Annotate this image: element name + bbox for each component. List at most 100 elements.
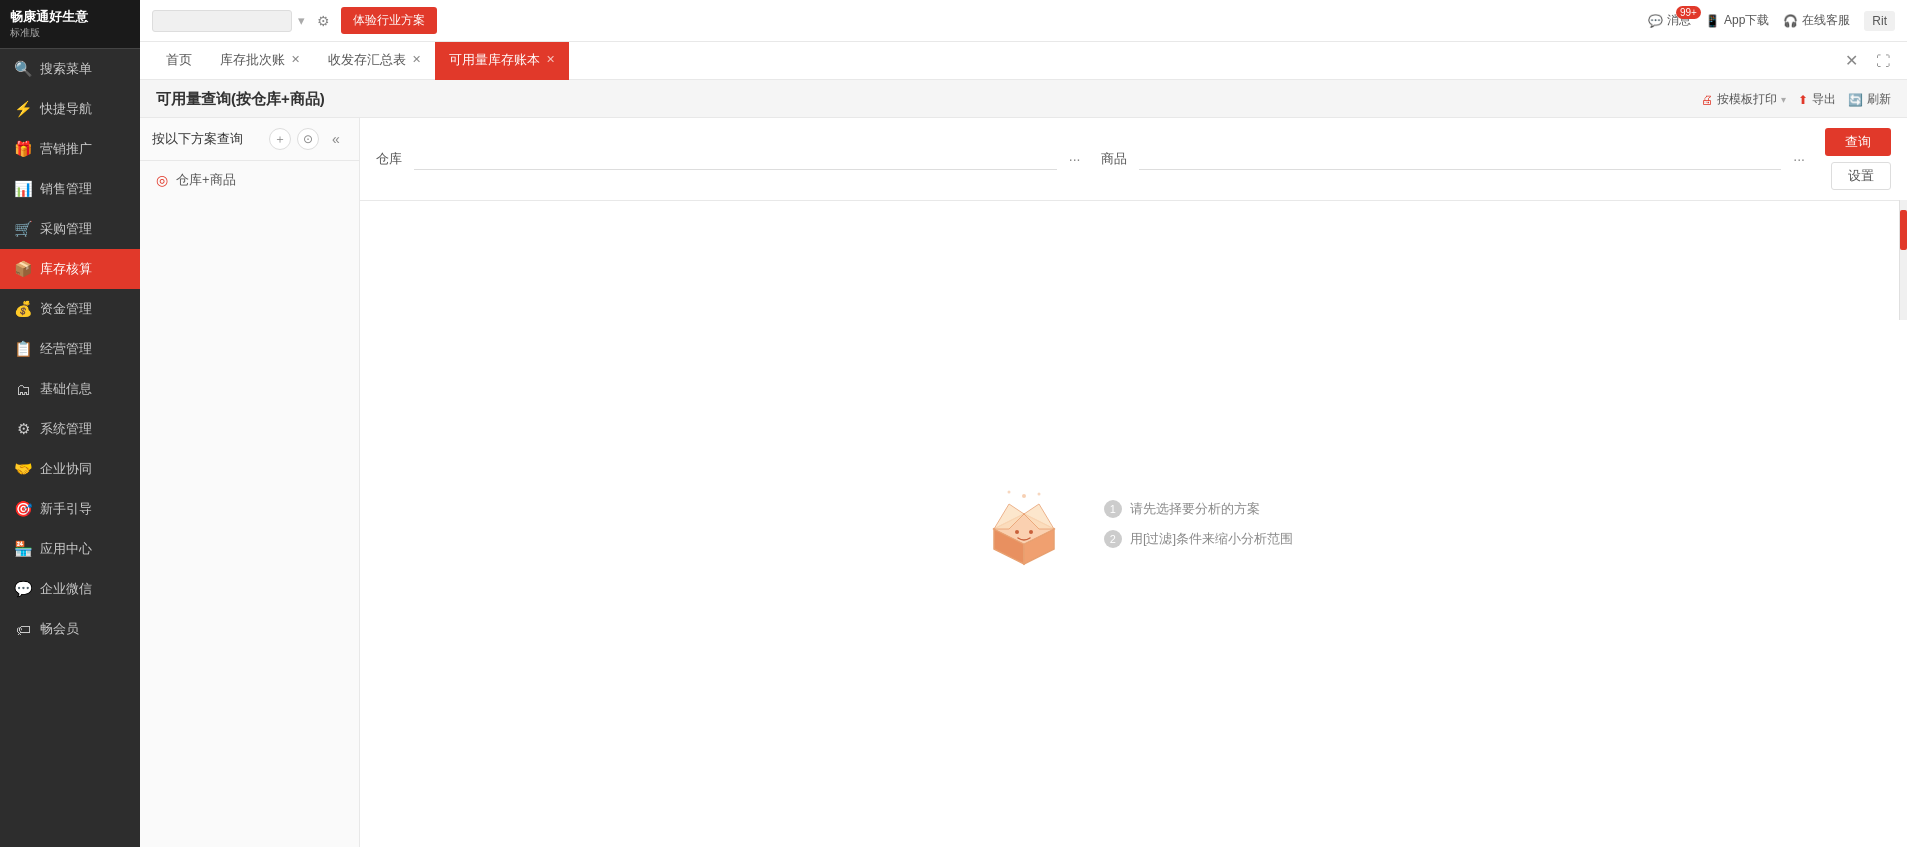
sidebar-label-wechat: 企业微信 — [40, 580, 92, 598]
sidebar-logo: 畅康通好生意 标准版 — [0, 0, 140, 49]
collapse-panel-button[interactable]: « — [325, 128, 347, 150]
warehouse-input[interactable] — [414, 148, 1057, 170]
sidebar-item-search[interactable]: 🔍 搜索菜单 — [0, 49, 140, 89]
sidebar-item-appstore[interactable]: 🏪 应用中心 — [0, 529, 140, 569]
query-bar: 仓库 ··· 商品 ··· 查询 设置 — [360, 118, 1907, 201]
tab-available-ledger[interactable]: 可用量库存账本 ✕ — [435, 42, 569, 80]
left-panel-actions: ＋ ⊙ « — [269, 128, 347, 150]
message-badge: 99+ — [1676, 6, 1701, 19]
refresh-icon: 🔄 — [1848, 93, 1863, 107]
warehouse-label: 仓库 — [376, 150, 406, 168]
phone-icon: 📱 — [1705, 14, 1720, 28]
tab-close-available-ledger[interactable]: ✕ — [546, 53, 555, 66]
sidebar-item-wechat[interactable]: 💬 企业微信 — [0, 569, 140, 609]
step-1-circle: 1 — [1104, 500, 1122, 518]
svg-point-8 — [1037, 493, 1040, 496]
sidebar-item-sales[interactable]: 📊 销售管理 — [0, 169, 140, 209]
online-service-button[interactable]: 🎧 在线客服 — [1783, 12, 1850, 29]
sidebar-icon-finance: 💰 — [14, 300, 32, 318]
sidebar-label-inventory: 库存核算 — [40, 260, 92, 278]
sidebar-nav: 🔍 搜索菜单 ⚡ 快捷导航 🎁 营销推广 📊 销售管理 🛒 采购管理 📦 库存核… — [0, 49, 140, 847]
sidebar-icon-enterprise: 🤝 — [14, 460, 32, 478]
industry-solution-button[interactable]: 体验行业方案 — [341, 7, 437, 34]
tab-label-batch-ledger: 库存批次账 — [220, 51, 285, 69]
tab-label-home: 首页 — [166, 51, 192, 69]
scheme-item-label: 仓库+商品 — [176, 171, 236, 189]
svg-point-9 — [1015, 530, 1019, 534]
tab-close-receipt-summary[interactable]: ✕ — [412, 53, 421, 66]
user-button[interactable]: Rit — [1864, 11, 1895, 31]
sidebar-item-enterprise[interactable]: 🤝 企业协同 — [0, 449, 140, 489]
goods-field: 商品 ··· — [1101, 148, 1810, 170]
page-header-actions: 🖨 按模板打印 ▾ ⬆ 导出 🔄 刷新 — [1701, 91, 1891, 108]
tab-bar-right: ✕ ⛶ — [1839, 49, 1895, 73]
top-bar: ▾ ⚙ 体验行业方案 💬 消息 99+ 📱 App下载 🎧 在线客服 Rit — [140, 0, 1907, 42]
sidebar-icon-marketing: 🎁 — [14, 140, 32, 158]
step-2-circle: 2 — [1104, 530, 1122, 548]
sidebar-label-appstore: 应用中心 — [40, 540, 92, 558]
top-bar-right: 💬 消息 99+ 📱 App下载 🎧 在线客服 Rit — [1648, 11, 1895, 31]
print-dropdown-icon[interactable]: ▾ — [1781, 94, 1786, 105]
scroll-thumb — [1900, 210, 1907, 250]
sidebar-item-guide[interactable]: 🎯 新手引导 — [0, 489, 140, 529]
query-button[interactable]: 查询 — [1825, 128, 1891, 156]
print-button[interactable]: 🖨 按模板打印 ▾ — [1701, 91, 1786, 108]
breadcrumb-input[interactable] — [152, 10, 292, 32]
message-icon: 💬 — [1648, 14, 1663, 28]
sidebar-item-marketing[interactable]: 🎁 营销推广 — [0, 129, 140, 169]
print-icon: 🖨 — [1701, 93, 1713, 107]
app-download-button[interactable]: 📱 App下载 — [1705, 12, 1769, 29]
sidebar-icon-purchase: 🛒 — [14, 220, 32, 238]
tab-label-receipt-summary: 收发存汇总表 — [328, 51, 406, 69]
warehouse-more-button[interactable]: ··· — [1065, 149, 1085, 169]
left-panel: 按以下方案查询 ＋ ⊙ « ◎ 仓库+商品 — [140, 118, 360, 847]
page-title: 可用量查询(按仓库+商品) — [156, 90, 325, 109]
sidebar-label-shortcut: 快捷导航 — [40, 100, 92, 118]
sidebar-label-member: 畅会员 — [40, 620, 79, 638]
tab-receipt-summary[interactable]: 收发存汇总表 ✕ — [314, 42, 435, 80]
empty-hint-1-text: 请先选择要分析的方案 — [1130, 500, 1260, 518]
goods-input[interactable] — [1139, 148, 1782, 170]
sidebar-icon-wechat: 💬 — [14, 580, 32, 598]
tab-close-batch-ledger[interactable]: ✕ — [291, 53, 300, 66]
sidebar-item-shortcut[interactable]: ⚡ 快捷导航 — [0, 89, 140, 129]
tab-batch-ledger[interactable]: 库存批次账 ✕ — [206, 42, 314, 80]
empty-text: 1 请先选择要分析的方案 2 用[过滤]条件来缩小分析范围 — [1104, 500, 1293, 548]
tab-label-available-ledger: 可用量库存账本 — [449, 51, 540, 69]
sidebar-item-finance[interactable]: 💰 资金管理 — [0, 289, 140, 329]
sidebar-item-member[interactable]: 🏷 畅会员 — [0, 609, 140, 649]
sidebar-label-operations: 经营管理 — [40, 340, 92, 358]
scheme-item-warehouse-goods[interactable]: ◎ 仓库+商品 — [140, 161, 359, 199]
tab-close-all-button[interactable]: ✕ — [1839, 49, 1863, 73]
print-label: 按模板打印 — [1717, 91, 1777, 108]
scroll-indicator[interactable] — [1899, 200, 1907, 320]
sidebar-icon-operations: 📋 — [14, 340, 32, 358]
svg-point-6 — [1022, 494, 1026, 498]
sidebar-icon-shortcut: ⚡ — [14, 100, 32, 118]
sidebar-item-purchase[interactable]: 🛒 采购管理 — [0, 209, 140, 249]
sidebar-item-system[interactable]: ⚙ 系统管理 — [0, 409, 140, 449]
sidebar-item-inventory[interactable]: 📦 库存核算 — [0, 249, 140, 289]
sidebar: 畅康通好生意 标准版 🔍 搜索菜单 ⚡ 快捷导航 🎁 营销推广 📊 销售管理 🛒… — [0, 0, 140, 847]
empty-illustration — [974, 474, 1074, 574]
tab-home[interactable]: 首页 — [152, 42, 206, 80]
tab-bar: 首页 库存批次账 ✕ 收发存汇总表 ✕ 可用量库存账本 ✕ ✕ ⛶ — [140, 42, 1907, 80]
export-button[interactable]: ⬆ 导出 — [1798, 91, 1836, 108]
sidebar-icon-inventory: 📦 — [14, 260, 32, 278]
refresh-button[interactable]: 🔄 刷新 — [1848, 91, 1891, 108]
settings-button[interactable]: 设置 — [1831, 162, 1891, 190]
message-button[interactable]: 💬 消息 99+ — [1648, 12, 1691, 29]
gear-icon[interactable]: ⚙ — [311, 9, 335, 33]
tab-expand-button[interactable]: ⛶ — [1871, 49, 1895, 73]
headset-icon: 🎧 — [1783, 14, 1798, 28]
add-scheme-button[interactable]: ＋ — [269, 128, 291, 150]
sidebar-icon-guide: 🎯 — [14, 500, 32, 518]
sidebar-item-basic[interactable]: 🗂 基础信息 — [0, 369, 140, 409]
sidebar-item-operations[interactable]: 📋 经营管理 — [0, 329, 140, 369]
empty-hint-1: 1 请先选择要分析的方案 — [1104, 500, 1293, 518]
sidebar-label-enterprise: 企业协同 — [40, 460, 92, 478]
top-bar-left: ▾ ⚙ 体验行业方案 — [152, 7, 1640, 34]
settings-scheme-button[interactable]: ⊙ — [297, 128, 319, 150]
goods-more-button[interactable]: ··· — [1789, 149, 1809, 169]
svg-point-7 — [1007, 491, 1010, 494]
